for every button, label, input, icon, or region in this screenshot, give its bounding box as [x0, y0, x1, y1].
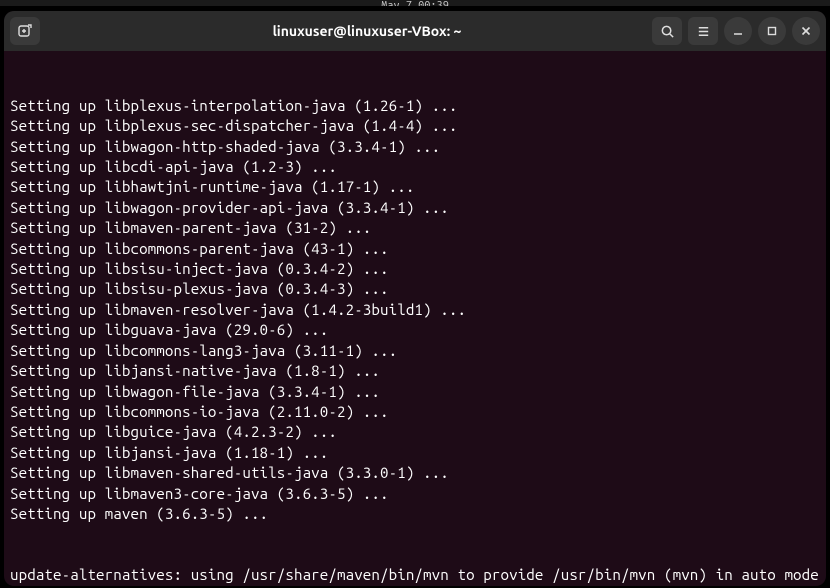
output-line: update-alternatives: using /usr/share/ma… [10, 565, 820, 585]
search-icon [660, 24, 675, 39]
output-line: Setting up libmaven-resolver-java (1.4.2… [10, 300, 820, 320]
clock-text: May 7 00:39 [381, 0, 449, 6]
search-button[interactable] [652, 17, 682, 45]
new-tab-button[interactable] [10, 17, 40, 45]
output-line: Setting up libmaven-shared-utils-java (3… [10, 463, 820, 483]
output-line: Setting up libplexus-interpolation-java … [10, 96, 820, 116]
close-icon [800, 25, 812, 37]
output-line: Setting up libcommons-lang3-java (3.11-1… [10, 341, 820, 361]
terminal-window: linuxuser@linuxuser-VBox: ~ [4, 11, 826, 586]
window-title: linuxuser@linuxuser-VBox: ~ [88, 23, 646, 39]
output-line: Setting up libwagon-provider-api-java (3… [10, 198, 820, 218]
output-line: Setting up libcommons-parent-java (43-1)… [10, 239, 820, 259]
desktop-topbar: May 7 00:39 [0, 0, 830, 6]
output-line: Setting up libwagon-http-shaded-java (3.… [10, 137, 820, 157]
minimize-button[interactable] [724, 17, 752, 45]
maximize-button[interactable] [758, 17, 786, 45]
output-line: Setting up libsisu-inject-java (0.3.4-2)… [10, 259, 820, 279]
terminal-output[interactable]: Setting up libplexus-interpolation-java … [4, 51, 826, 586]
titlebar: linuxuser@linuxuser-VBox: ~ [4, 11, 826, 51]
output-line: Setting up libcdi-api-java (1.2-3) ... [10, 157, 820, 177]
close-button[interactable] [792, 17, 820, 45]
hamburger-icon [696, 24, 711, 39]
menu-button[interactable] [688, 17, 718, 45]
output-line: Setting up libsisu-plexus-java (0.3.4-3)… [10, 279, 820, 299]
output-line: Setting up libguava-java (29.0-6) ... [10, 320, 820, 340]
output-line: Setting up libjansi-native-java (1.8-1) … [10, 361, 820, 381]
new-tab-icon [17, 23, 33, 39]
maximize-icon [766, 25, 778, 37]
output-line: Setting up libjansi-java (1.18-1) ... [10, 443, 820, 463]
output-line: Setting up libmaven3-core-java (3.6.3-5)… [10, 484, 820, 504]
output-line: Setting up libwagon-file-java (3.3.4-1) … [10, 382, 820, 402]
output-line: Setting up libcommons-io-java (2.11.0-2)… [10, 402, 820, 422]
minimize-icon [732, 25, 744, 37]
output-line: Setting up maven (3.6.3-5) ... [10, 504, 820, 524]
output-line: Setting up libmaven-parent-java (31-2) .… [10, 218, 820, 238]
output-line: Setting up libguice-java (4.2.3-2) ... [10, 422, 820, 442]
output-line: Setting up libhawtjni-runtime-java (1.17… [10, 177, 820, 197]
output-line: Setting up libplexus-sec-dispatcher-java… [10, 116, 820, 136]
